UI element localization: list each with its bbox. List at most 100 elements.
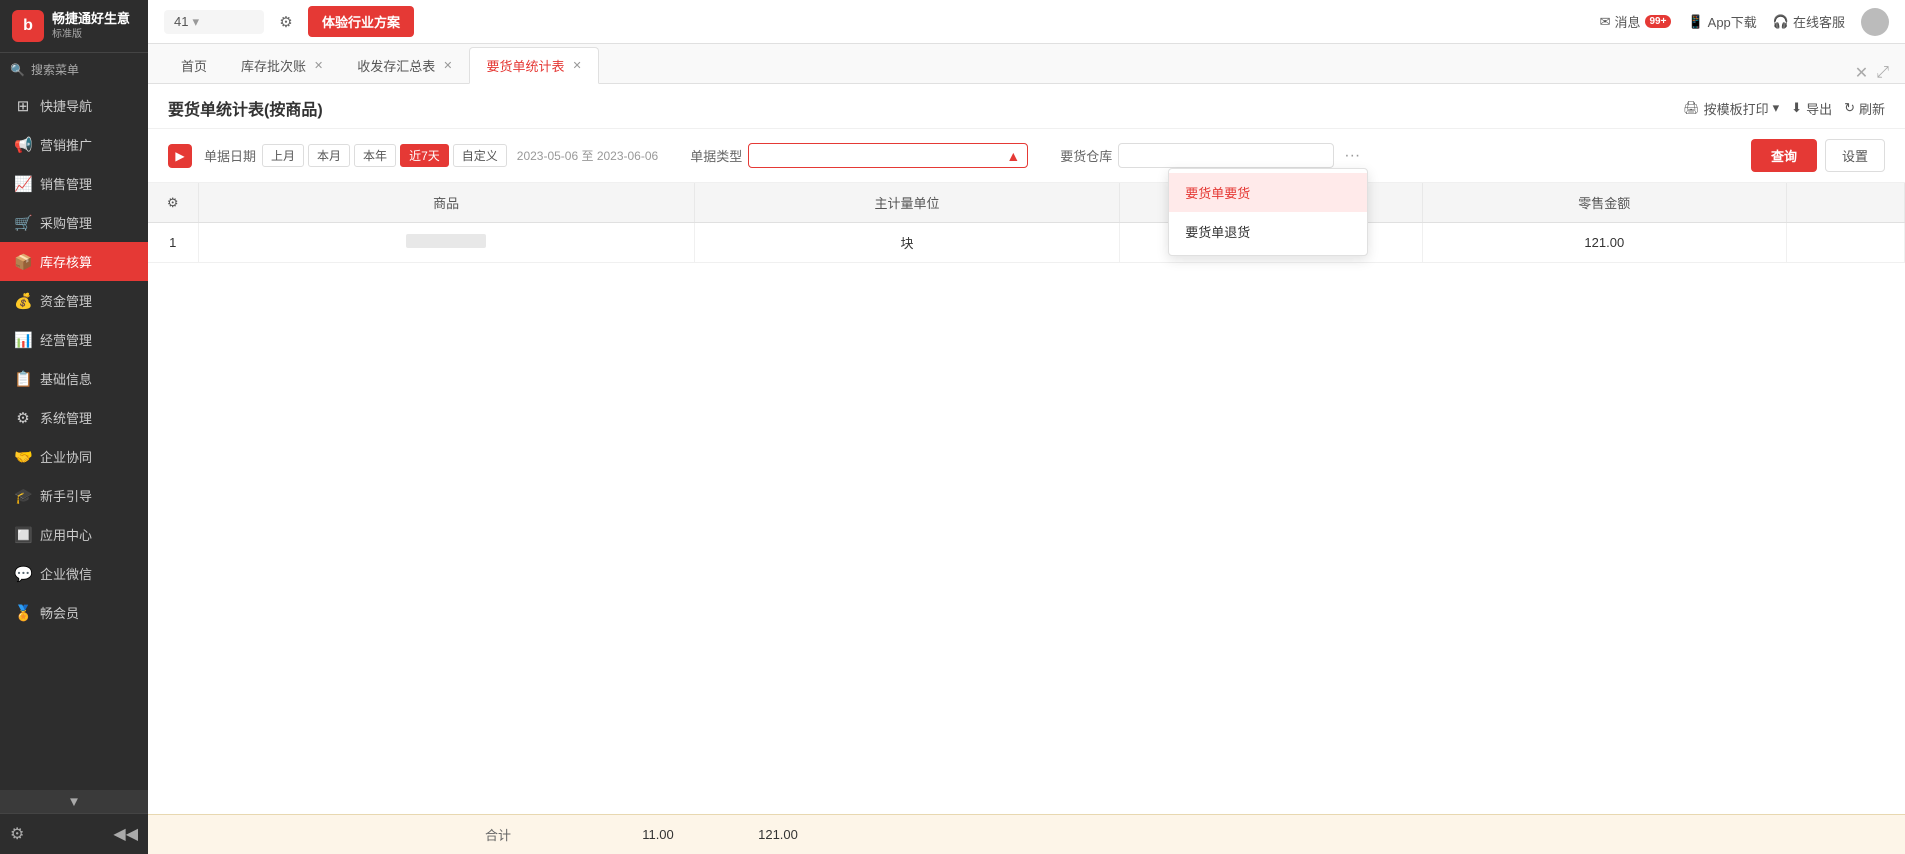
- page-actions: 🖨 按模板打印 ▾ ⬇ 导出 ↻ 刷新: [1683, 99, 1885, 118]
- sidebar-logo: b 畅捷通好生意 标准版: [0, 0, 148, 53]
- cell-no: 1: [148, 223, 198, 263]
- table-area: ⚙ 商品 主计量单位 主数量 零售金额 1 块 11.00 121.00: [148, 183, 1905, 814]
- date-chip-last-month[interactable]: 上月: [262, 144, 304, 167]
- sidebar-item-basic-info[interactable]: 📋 基础信息: [0, 359, 148, 398]
- guide-icon: 🎓: [14, 487, 32, 505]
- sidebar-item-quick-nav[interactable]: ⊞ 快捷导航: [0, 86, 148, 125]
- dropdown-item-yh[interactable]: 要货单要货: [1169, 173, 1367, 212]
- type-select: ▲ 要货单要货 要货单退货: [748, 143, 1028, 168]
- topbar-gear-button[interactable]: ⚙: [272, 8, 300, 36]
- sidebar-item-marketing[interactable]: 📢 营销推广: [0, 125, 148, 164]
- date-chip-this-year[interactable]: 本年: [354, 144, 396, 167]
- store-name: 41: [174, 14, 188, 29]
- app-download-button[interactable]: 📱 App下载: [1687, 12, 1756, 31]
- message-badge: 99+: [1645, 15, 1672, 28]
- basic-info-icon: 📋: [14, 370, 32, 388]
- tab-inventory-batch-close[interactable]: ✕: [314, 59, 323, 72]
- cell-extra: [1786, 223, 1904, 263]
- type-dropdown: 要货单要货 要货单退货: [1168, 168, 1368, 256]
- sales-icon: 📈: [14, 175, 32, 193]
- sidebar-item-label: 库存核算: [40, 252, 92, 271]
- user-avatar[interactable]: [1861, 8, 1889, 36]
- sidebar-item-label: 系统管理: [40, 408, 92, 427]
- print-icon: 🖨: [1683, 100, 1700, 116]
- online-service-label: 在线客服: [1793, 12, 1845, 31]
- tab-recv-send-close[interactable]: ✕: [443, 59, 452, 72]
- filter-expand-toggle[interactable]: ▶: [168, 144, 192, 168]
- trial-button[interactable]: 体验行业方案: [308, 6, 414, 37]
- tab-goods-order-stats[interactable]: 要货单统计表 ✕: [469, 47, 598, 84]
- type-filter-label: 单据类型: [690, 146, 742, 165]
- dropdown-item-th[interactable]: 要货单退货: [1169, 212, 1367, 251]
- store-chevron-icon: ▾: [192, 14, 199, 30]
- date-chip-this-month[interactable]: 本月: [308, 144, 350, 167]
- tab-home-label: 首页: [181, 56, 207, 75]
- table-header-row: ⚙ 商品 主计量单位 主数量 零售金额: [148, 183, 1905, 223]
- sidebar-item-label: 新手引导: [40, 486, 92, 505]
- inventory-icon: 📦: [14, 253, 32, 271]
- logo-icon: b: [12, 10, 44, 42]
- sidebar-item-operation[interactable]: 📊 经营管理: [0, 320, 148, 359]
- warehouse-more-icon[interactable]: ···: [1340, 147, 1364, 165]
- sidebar-item-purchase[interactable]: 🛒 采购管理: [0, 203, 148, 242]
- search-icon: 🔍: [10, 63, 25, 77]
- tab-recv-send-summary[interactable]: 收发存汇总表 ✕: [340, 47, 469, 83]
- sidebar-item-wechat-biz[interactable]: 💬 企业微信: [0, 554, 148, 593]
- footer-qty: 11.00: [598, 827, 718, 842]
- cell-unit: 块: [694, 223, 1119, 263]
- warehouse-filter-label: 要货仓库: [1060, 146, 1112, 165]
- message-icon: ✉: [1600, 14, 1611, 30]
- operation-icon: 📊: [14, 331, 32, 349]
- sidebar-item-inventory[interactable]: 📦 库存核算: [0, 242, 148, 281]
- print-button[interactable]: 🖨 按模板打印 ▾: [1683, 99, 1779, 118]
- table-row: 1 块 11.00 121.00: [148, 223, 1905, 263]
- sidebar-item-guide[interactable]: 🎓 新手引导: [0, 476, 148, 515]
- sidebar-item-finance[interactable]: 💰 资金管理: [0, 281, 148, 320]
- date-chip-custom[interactable]: 自定义: [453, 144, 507, 167]
- col-extra: [1786, 183, 1904, 223]
- tab-goods-order-close[interactable]: ✕: [573, 59, 582, 72]
- type-filter-group: 单据类型 ▲ 要货单要货 要货单退货: [690, 143, 1028, 168]
- maximize-icon[interactable]: ⤢: [1876, 64, 1889, 82]
- sidebar-item-member[interactable]: 🏅 畅会员: [0, 593, 148, 632]
- export-button[interactable]: ⬇ 导出: [1791, 99, 1832, 118]
- filter-bar: ▶ 单据日期 上月 本月 本年 近7天 自定义 2023-05-06 至 202…: [148, 129, 1905, 183]
- sidebar-search[interactable]: 🔍 搜索菜单: [0, 53, 148, 86]
- purchase-icon: 🛒: [14, 214, 32, 232]
- enterprise-icon: 🤝: [14, 448, 32, 466]
- sidebar: b 畅捷通好生意 标准版 🔍 搜索菜单 ⊞ 快捷导航 📢 营销推广 📈 销售管理…: [0, 0, 148, 854]
- wechat-biz-icon: 💬: [14, 565, 32, 583]
- close-all-tabs-icon[interactable]: ✕: [1855, 63, 1868, 83]
- type-input[interactable]: [748, 143, 1028, 168]
- sidebar-item-system[interactable]: ⚙ 系统管理: [0, 398, 148, 437]
- query-button[interactable]: 查询: [1751, 139, 1817, 172]
- col-unit: 主计量单位: [694, 183, 1119, 223]
- col-settings[interactable]: ⚙: [148, 183, 198, 223]
- setting-button[interactable]: 设置: [1825, 139, 1885, 172]
- online-service-button[interactable]: 🎧 在线客服: [1773, 12, 1845, 31]
- tab-goods-order-label: 要货单统计表: [486, 56, 564, 75]
- tab-home[interactable]: 首页: [164, 47, 224, 83]
- print-label: 按模板打印: [1704, 99, 1769, 118]
- product-placeholder: [406, 234, 486, 248]
- sidebar-scroll-down[interactable]: ▼: [0, 790, 148, 813]
- sidebar-item-sales[interactable]: 📈 销售管理: [0, 164, 148, 203]
- settings-icon[interactable]: ⚙: [10, 824, 24, 844]
- warehouse-input[interactable]: [1118, 143, 1334, 168]
- sidebar-item-enterprise[interactable]: 🤝 企业协同: [0, 437, 148, 476]
- collapse-icon[interactable]: ◀◀: [113, 824, 138, 844]
- finance-icon: 💰: [14, 292, 32, 310]
- print-arrow-icon: ▾: [1773, 100, 1780, 116]
- date-chip-last-7-days[interactable]: 近7天: [400, 144, 449, 167]
- sidebar-item-label: 经营管理: [40, 330, 92, 349]
- export-icon: ⬇: [1791, 100, 1802, 116]
- sidebar-item-app-center[interactable]: 🔲 应用中心: [0, 515, 148, 554]
- sidebar-search-label: 搜索菜单: [31, 61, 79, 78]
- filter-actions: 查询 设置: [1751, 139, 1885, 172]
- app-center-icon: 🔲: [14, 526, 32, 544]
- refresh-button[interactable]: ↻ 刷新: [1844, 99, 1885, 118]
- store-selector[interactable]: 41 ▾: [164, 10, 264, 34]
- message-button[interactable]: ✉ 消息 99+: [1600, 12, 1672, 31]
- tab-inventory-batch[interactable]: 库存批次账 ✕: [224, 47, 340, 83]
- page-title: 要货单统计表(按商品): [168, 96, 323, 120]
